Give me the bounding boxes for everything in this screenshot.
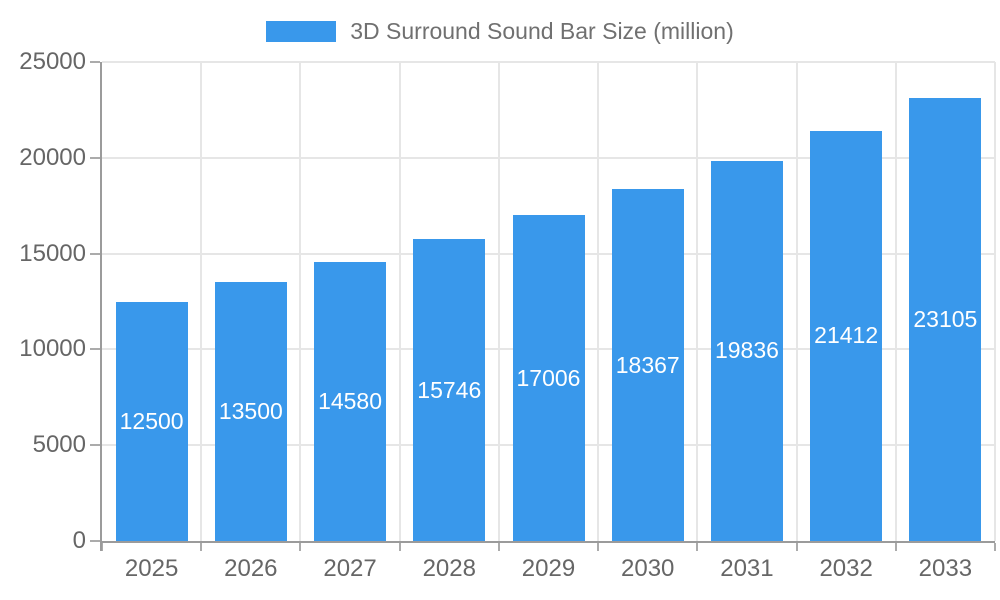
v-gridline <box>399 62 401 541</box>
legend: 3D Surround Sound Bar Size (million) <box>0 10 1000 52</box>
y-tick <box>90 253 100 255</box>
v-gridline <box>796 62 798 541</box>
x-tick <box>200 543 202 551</box>
v-gridline <box>498 62 500 541</box>
y-tick-label: 5000 <box>0 433 86 457</box>
bar-value-label: 18367 <box>616 352 680 379</box>
legend-swatch <box>266 21 336 42</box>
y-tick-label: 15000 <box>0 242 86 266</box>
y-tick-label: 10000 <box>0 337 86 361</box>
y-tick <box>90 348 100 350</box>
v-gridline <box>597 62 599 541</box>
bar: 12500 <box>116 302 188 542</box>
x-axis-line <box>100 541 995 543</box>
bar: 15746 <box>413 239 485 541</box>
v-gridline <box>200 62 202 541</box>
y-tick-label: 20000 <box>0 146 86 170</box>
x-tick <box>498 543 500 551</box>
bar-value-label: 14580 <box>318 388 382 415</box>
bar: 18367 <box>612 189 684 541</box>
h-gridline <box>102 61 995 63</box>
bar: 14580 <box>314 262 386 541</box>
bar: 23105 <box>909 98 981 541</box>
x-tick-label: 2026 <box>201 553 300 585</box>
y-tick <box>90 61 100 63</box>
x-tick-label: 2028 <box>400 553 499 585</box>
v-gridline <box>299 62 301 541</box>
legend-label: 3D Surround Sound Bar Size (million) <box>350 18 734 45</box>
x-tick-label: 2030 <box>598 553 697 585</box>
bar-value-label: 17006 <box>517 365 581 392</box>
x-tick <box>796 543 798 551</box>
bar-value-label: 19836 <box>715 337 779 364</box>
bar-value-label: 13500 <box>219 398 283 425</box>
y-tick <box>90 157 100 159</box>
x-tick-label: 2025 <box>102 553 201 585</box>
x-tick <box>597 543 599 551</box>
x-tick <box>696 543 698 551</box>
x-tick-label: 2029 <box>499 553 598 585</box>
y-tick <box>90 540 100 542</box>
bar-value-label: 21412 <box>814 322 878 349</box>
x-tick-label: 2031 <box>697 553 796 585</box>
v-gridline <box>895 62 897 541</box>
bar-chart: 3D Surround Sound Bar Size (million) 0 50… <box>0 0 1000 600</box>
bar-value-label: 23105 <box>913 306 977 333</box>
bar: 13500 <box>215 282 287 541</box>
x-tick <box>399 543 401 551</box>
x-tick-label: 2032 <box>797 553 896 585</box>
x-tick-label: 2033 <box>896 553 995 585</box>
bar: 19836 <box>711 161 783 541</box>
v-gridline <box>994 62 996 541</box>
x-tick <box>299 543 301 551</box>
y-axis-line <box>100 62 102 551</box>
x-tick-label: 2027 <box>300 553 399 585</box>
y-tick <box>90 444 100 446</box>
bar-value-label: 15746 <box>417 377 481 404</box>
bar-value-label: 12500 <box>120 408 184 435</box>
y-tick-label: 25000 <box>0 50 86 74</box>
bar: 21412 <box>810 131 882 541</box>
x-tick <box>994 543 996 551</box>
x-tick <box>895 543 897 551</box>
y-tick-label: 0 <box>0 529 86 553</box>
v-gridline <box>696 62 698 541</box>
bar: 17006 <box>513 215 585 541</box>
